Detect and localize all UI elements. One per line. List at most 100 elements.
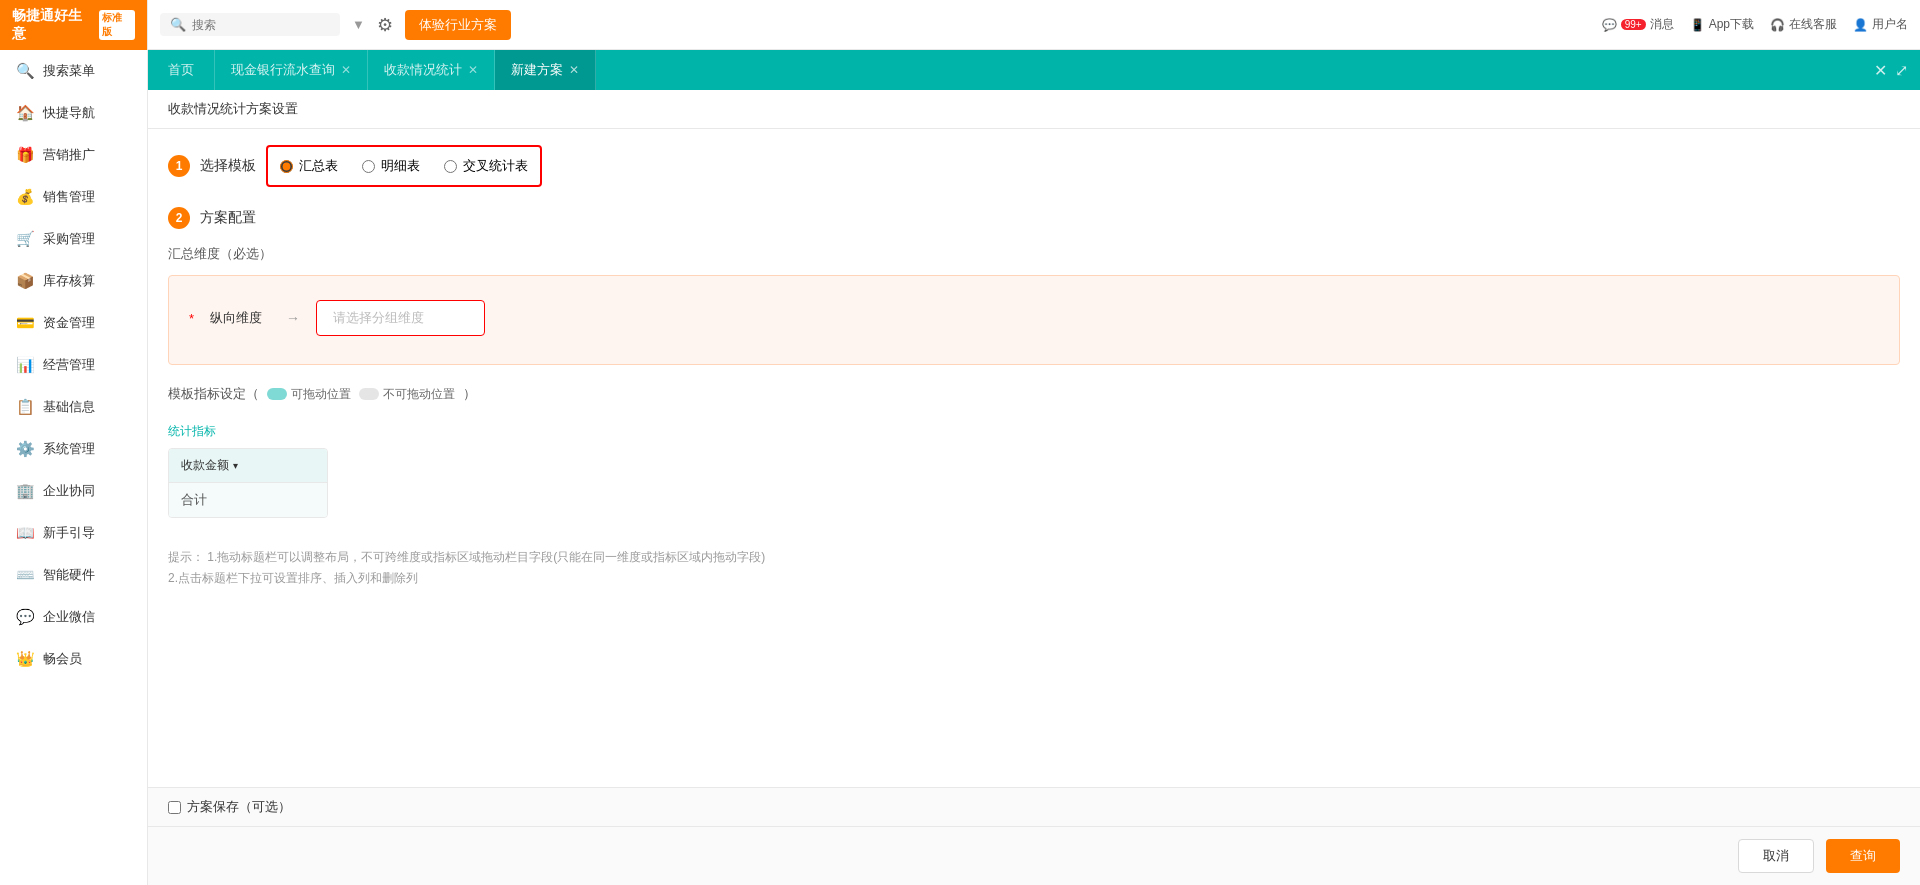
close-collection-stat-icon[interactable]: ✕ xyxy=(468,63,478,77)
dimension-selector[interactable]: 请选择分组维度 xyxy=(316,300,485,336)
tab-bank-flow-label: 现金银行流水查询 xyxy=(231,61,335,79)
message-count: 99+ xyxy=(1621,19,1646,30)
save-bar: 方案保存（可选） xyxy=(148,787,1920,826)
sidebar-item-label: 销售管理 xyxy=(43,188,95,206)
radio-summary[interactable]: 汇总表 xyxy=(280,157,338,175)
step2-badge: 2 xyxy=(168,207,190,229)
sidebar-item-inventory[interactable]: 📦 库存核算 xyxy=(0,260,147,302)
download-icon: 📱 xyxy=(1690,18,1705,32)
sidebar-item-system[interactable]: ⚙️ 系统管理 xyxy=(0,428,147,470)
dimension-name: 纵向维度 xyxy=(210,309,270,327)
tip1: 提示： 1.拖动标题栏可以调整布局，不可跨维度或指标区域拖动栏目字段(只能在同一… xyxy=(168,549,1900,566)
app-download-btn[interactable]: 📱 App下载 xyxy=(1690,16,1754,33)
step2-header: 2 方案配置 xyxy=(168,207,1900,229)
metrics-header: 模板指标设定（ 可拖动位置 不可拖动位置 ） xyxy=(168,385,1900,403)
query-button[interactable]: 查询 xyxy=(1826,839,1900,873)
chart-icon: 📊 xyxy=(16,356,35,374)
user-btn[interactable]: 👤 用户名 xyxy=(1853,16,1908,33)
template-options: 汇总表 明细表 交叉统计表 xyxy=(266,145,542,187)
radio-summary-input[interactable] xyxy=(280,160,293,173)
tab-collection-stat-label: 收款情况统计 xyxy=(384,61,462,79)
drag-disabled-label: 不可拖动位置 xyxy=(383,386,455,403)
maximize-window-icon[interactable]: ⤢ xyxy=(1895,61,1908,80)
radio-cross[interactable]: 交叉统计表 xyxy=(444,157,528,175)
sidebar-item-label: 系统管理 xyxy=(43,440,95,458)
step1-label: 选择模板 xyxy=(200,157,256,175)
dimension-area: * 纵向维度 → 请选择分组维度 xyxy=(168,275,1900,365)
tab-bank-flow[interactable]: 现金银行流水查询 ✕ xyxy=(215,50,368,90)
metrics-title-text: 模板指标设定（ xyxy=(168,385,259,403)
search-box[interactable]: 🔍 xyxy=(160,13,340,36)
sidebar-item-search[interactable]: 🔍 搜索菜单 xyxy=(0,50,147,92)
user-name: 用户名 xyxy=(1872,16,1908,33)
radio-detail-label: 明细表 xyxy=(381,157,420,175)
industry-btn[interactable]: 体验行业方案 xyxy=(405,10,511,40)
online-service-btn[interactable]: 🎧 在线客服 xyxy=(1770,16,1837,33)
save-checkbox-label[interactable]: 方案保存（可选） xyxy=(168,798,291,816)
dimension-title: 汇总维度（必选） xyxy=(168,245,1900,263)
radio-summary-label: 汇总表 xyxy=(299,157,338,175)
tab-collection-stat[interactable]: 收款情况统计 ✕ xyxy=(368,50,495,90)
dimension-row: * 纵向维度 → 请选择分组维度 xyxy=(189,300,1879,336)
sidebar-item-purchase[interactable]: 🛒 采购管理 xyxy=(0,218,147,260)
tab-new-plan[interactable]: 新建方案 ✕ xyxy=(495,50,596,90)
radio-cross-input[interactable] xyxy=(444,160,457,173)
topbar: 🔍 ▼ ⚙ 体验行业方案 💬 99+ 消息 📱 App下载 🎧 在线客服 👤 用… xyxy=(148,0,1920,50)
save-checkbox-text: 方案保存（可选） xyxy=(187,798,291,816)
home-icon: 🏠 xyxy=(16,104,35,122)
sidebar-item-capital[interactable]: 💳 资金管理 xyxy=(0,302,147,344)
metrics-close-bracket: ） xyxy=(463,385,476,403)
sidebar-logo: 畅捷通好生意 标准版 xyxy=(0,0,147,50)
sidebar-item-label: 库存核算 xyxy=(43,272,95,290)
sidebar-item-quick-nav[interactable]: 🏠 快捷导航 xyxy=(0,92,147,134)
sidebar-item-label: 搜索菜单 xyxy=(43,62,95,80)
keyboard-icon: ⌨️ xyxy=(16,566,35,584)
sidebar-item-member[interactable]: 👑 畅会员 xyxy=(0,638,147,680)
sidebar-item-label: 资金管理 xyxy=(43,314,95,332)
close-window-icon[interactable]: ✕ xyxy=(1874,61,1887,80)
cancel-button[interactable]: 取消 xyxy=(1738,839,1814,873)
sidebar-item-operation[interactable]: 📊 经营管理 xyxy=(0,344,147,386)
logo-badge: 标准版 xyxy=(99,10,135,40)
sidebar-item-sales[interactable]: 💰 销售管理 xyxy=(0,176,147,218)
radio-detail[interactable]: 明细表 xyxy=(362,157,420,175)
main-area: 🔍 ▼ ⚙ 体验行业方案 💬 99+ 消息 📱 App下载 🎧 在线客服 👤 用… xyxy=(148,0,1920,885)
message-btn[interactable]: 💬 99+ 消息 xyxy=(1602,16,1674,33)
radio-detail-input[interactable] xyxy=(362,160,375,173)
search-icon: 🔍 xyxy=(16,62,35,80)
card-icon: 💳 xyxy=(16,314,35,332)
column-header-text: 收款金额 xyxy=(181,457,229,474)
sidebar-item-enterprise[interactable]: 🏢 企业协同 xyxy=(0,470,147,512)
topbar-actions: 💬 99+ 消息 📱 App下载 🎧 在线客服 👤 用户名 xyxy=(1602,16,1908,33)
sidebar-item-label: 基础信息 xyxy=(43,398,95,416)
stats-table-row: 合计 xyxy=(169,482,327,517)
sidebar-item-hardware[interactable]: ⌨️ 智能硬件 xyxy=(0,554,147,596)
stats-table: 收款金额 ▾ 合计 xyxy=(168,448,328,518)
close-new-plan-icon[interactable]: ✕ xyxy=(569,63,579,77)
tab-new-plan-label: 新建方案 xyxy=(511,61,563,79)
close-bank-flow-icon[interactable]: ✕ xyxy=(341,63,351,77)
save-checkbox-input[interactable] xyxy=(168,801,181,814)
money-icon: 💰 xyxy=(16,188,35,206)
dimension-config: 汇总维度（必选） * 纵向维度 → 请选择分组维度 模板指 xyxy=(168,245,1900,587)
tab-home[interactable]: 首页 xyxy=(148,50,215,90)
drag-disabled-indicator xyxy=(359,388,379,400)
crown-icon: 👑 xyxy=(16,650,35,668)
metrics-area: 统计指标 收款金额 ▾ 合计 xyxy=(168,415,1900,529)
search-input[interactable] xyxy=(192,18,312,32)
sidebar: 畅捷通好生意 标准版 🔍 搜索菜单 🏠 快捷导航 🎁 营销推广 💰 销售管理 🛒… xyxy=(0,0,148,885)
dropdown-arrow-icon[interactable]: ▼ xyxy=(352,17,365,32)
column-dropdown-icon[interactable]: ▾ xyxy=(233,460,238,471)
tip2: 2.点击标题栏下拉可设置排序、插入列和删除列 xyxy=(168,570,1900,587)
sidebar-item-basic-info[interactable]: 📋 基础信息 xyxy=(0,386,147,428)
settings-icon[interactable]: ⚙ xyxy=(377,14,393,36)
sidebar-item-marketing[interactable]: 🎁 营销推广 xyxy=(0,134,147,176)
sidebar-item-guide[interactable]: 📖 新手引导 xyxy=(0,512,147,554)
step1-badge: 1 xyxy=(168,155,190,177)
service-icon: 🎧 xyxy=(1770,18,1785,32)
stats-table-header: 收款金额 ▾ xyxy=(169,449,327,482)
step2-label: 方案配置 xyxy=(200,209,256,227)
sidebar-item-wechat[interactable]: 💬 企业微信 xyxy=(0,596,147,638)
sidebar-item-label: 新手引导 xyxy=(43,524,95,542)
gift-icon: 🎁 xyxy=(16,146,35,164)
